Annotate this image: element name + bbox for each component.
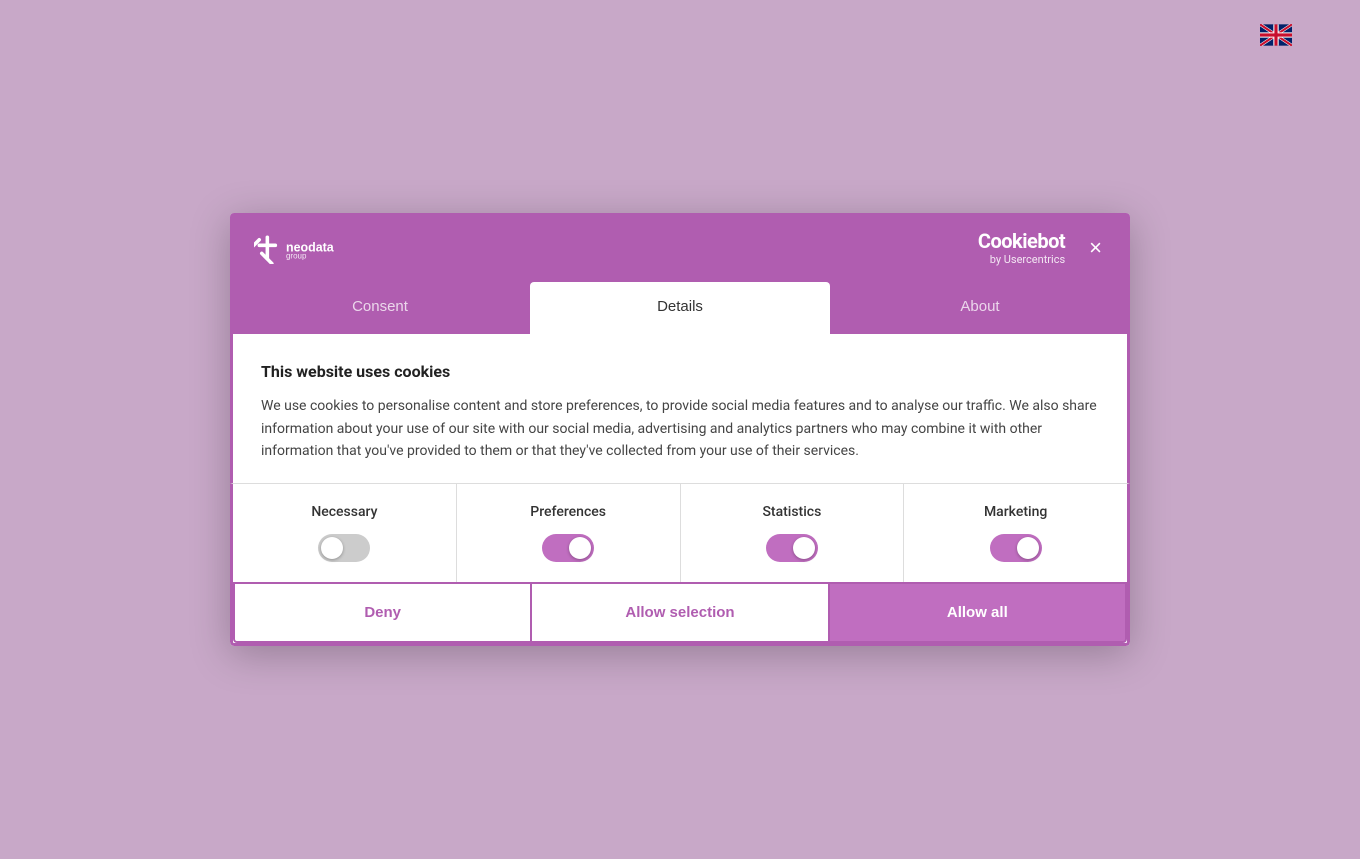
preferences-track <box>542 534 594 562</box>
cookie-consent-dialog: neodata group Cookiebot by Usercentrics … <box>230 213 1130 645</box>
toggle-preferences: Preferences <box>457 484 681 582</box>
cookie-title: This website uses cookies <box>261 362 1099 381</box>
statistics-thumb <box>793 537 815 559</box>
tab-consent[interactable]: Consent <box>230 282 530 331</box>
toggles-section: Necessary Preferences Stat <box>230 483 1130 582</box>
toggle-necessary: Necessary <box>233 484 457 582</box>
necessary-label: Necessary <box>311 504 377 520</box>
statistics-toggle[interactable] <box>766 534 818 562</box>
cookie-description: We use cookies to personalise content an… <box>261 395 1099 462</box>
statistics-label: Statistics <box>762 504 821 520</box>
dialog-body: This website uses cookies We use cookies… <box>230 334 1130 482</box>
dialog-tabs: Consent Details About <box>230 282 1130 334</box>
close-button[interactable]: × <box>1085 233 1106 263</box>
neodata-logo: neodata group <box>254 232 396 264</box>
preferences-toggle[interactable] <box>542 534 594 562</box>
necessary-thumb <box>321 537 343 559</box>
preferences-thumb <box>569 537 591 559</box>
action-buttons: Deny Allow selection Allow all <box>230 582 1130 646</box>
svg-text:group: group <box>286 252 307 261</box>
marketing-toggle[interactable] <box>990 534 1042 562</box>
cookiebot-sub-text: by Usercentrics <box>990 253 1065 266</box>
tab-about[interactable]: About <box>830 282 1130 331</box>
toggle-statistics: Statistics <box>681 484 905 582</box>
allow-all-button[interactable]: Allow all <box>829 582 1127 643</box>
toggle-marketing: Marketing <box>904 484 1127 582</box>
marketing-label: Marketing <box>984 504 1047 520</box>
cookiebot-logo: Cookiebot by Usercentrics <box>978 229 1065 266</box>
marketing-track <box>990 534 1042 562</box>
neodata-logo-icon: neodata group <box>254 232 396 264</box>
preferences-label: Preferences <box>530 504 606 520</box>
header-right: Cookiebot by Usercentrics × <box>978 229 1106 266</box>
deny-button[interactable]: Deny <box>233 582 531 643</box>
statistics-track <box>766 534 818 562</box>
necessary-track <box>318 534 370 562</box>
necessary-toggle[interactable] <box>318 534 370 562</box>
modal-overlay: neodata group Cookiebot by Usercentrics … <box>0 0 1360 859</box>
tab-details[interactable]: Details <box>530 282 830 331</box>
marketing-thumb <box>1017 537 1039 559</box>
allow-selection-button[interactable]: Allow selection <box>531 582 828 643</box>
cookiebot-brand-name: Cookiebot <box>978 229 1065 253</box>
dialog-header: neodata group Cookiebot by Usercentrics … <box>230 213 1130 282</box>
